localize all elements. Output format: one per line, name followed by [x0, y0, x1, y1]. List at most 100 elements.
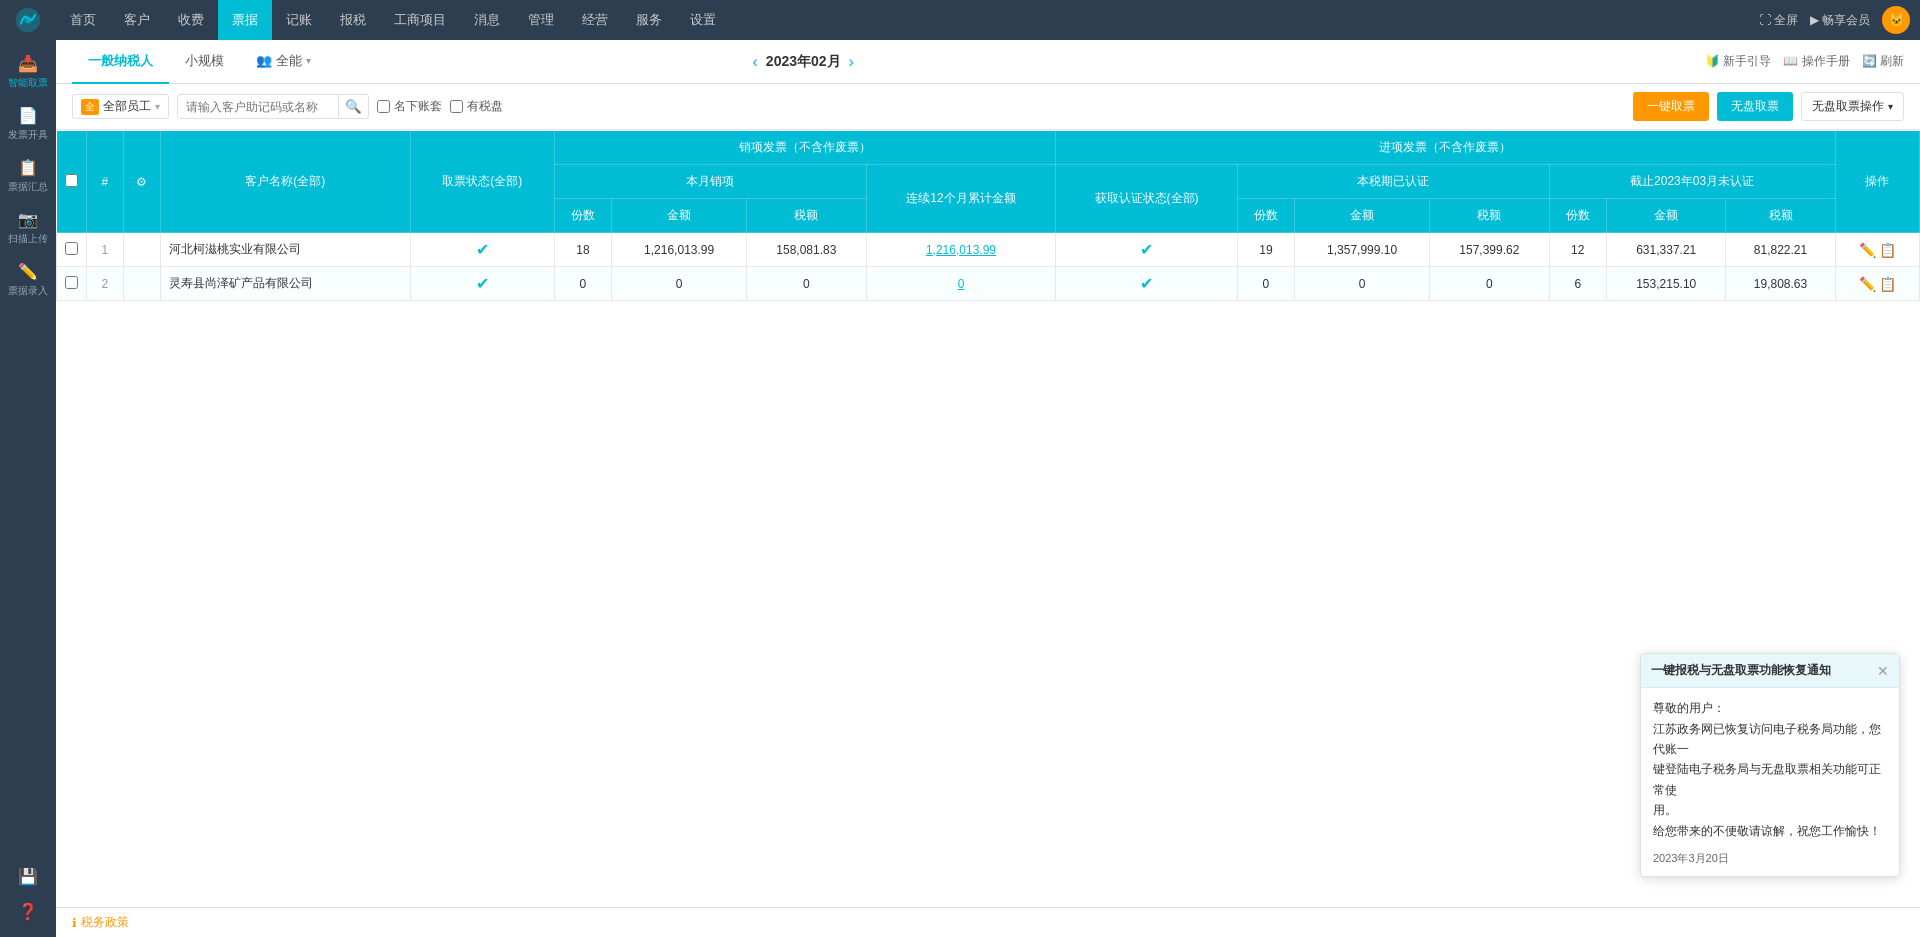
row-copy-btn-0[interactable]: 📋	[1879, 242, 1896, 258]
nav-item-fee[interactable]: 收费	[164, 0, 218, 40]
col-this-period-count: 份数	[1237, 199, 1294, 233]
more-operations-btn[interactable]: 无盘取票操作 ▾	[1801, 92, 1904, 121]
row-actions-1: ✏️ 📋	[1835, 267, 1919, 301]
col-this-month-amount: 金额	[612, 199, 747, 233]
col-sales-group-header: 销项发票（不含作废票）	[554, 131, 1056, 165]
sidebar: 📥 智能取票 📄 发票开具 📋 票据汇总 📷 扫描上传 ✏️ 票据录入 💾 ❓	[0, 40, 56, 937]
smart-fetch-icon: 📥	[18, 54, 38, 73]
filter-bar: 全 全部员工 ▾ 🔍 名下账套 有税盘 一键取票 无盘取票	[56, 84, 1920, 130]
row-this-month-tax-0: 158,081.83	[747, 233, 866, 267]
col-sales-status-header: 取票状态(全部)	[410, 131, 554, 233]
filter-has-disk[interactable]: 有税盘	[450, 98, 503, 115]
staff-select[interactable]: 全 全部员工 ▾	[72, 94, 169, 119]
select-all-checkbox[interactable]	[65, 174, 78, 187]
sidebar-item-download[interactable]: 💾	[3, 861, 53, 892]
filter-actions: 一键取票 无盘取票 无盘取票操作 ▾	[1633, 92, 1904, 121]
period-next-btn[interactable]: ›	[849, 53, 854, 71]
nav-item-business[interactable]: 工商项目	[380, 0, 460, 40]
row-to-march-amount-1: 153,215.10	[1606, 267, 1725, 301]
row-actions-0: ✏️ 📋	[1835, 233, 1919, 267]
row-checkbox-1[interactable]	[57, 267, 87, 301]
col-this-month-tax: 税额	[747, 199, 866, 233]
sidebar-item-help[interactable]: ❓	[3, 896, 53, 927]
refresh-btn[interactable]: 🔄 刷新	[1862, 53, 1904, 70]
sidebar-item-smart-fetch[interactable]: 📥 智能取票	[3, 48, 53, 96]
row-12month-0: 1,216,013.99	[866, 233, 1056, 267]
tab-all[interactable]: 👥 全能 ▾	[240, 40, 327, 84]
sidebar-item-invoice-summary[interactable]: 📋 票据汇总	[3, 152, 53, 200]
settings-icon[interactable]: ⚙	[136, 175, 147, 189]
col-to-march-tax: 税额	[1726, 199, 1835, 233]
filter-own-account[interactable]: 名下账套	[377, 98, 442, 115]
sidebar-item-scan[interactable]: 📷 扫描上传	[3, 204, 53, 252]
table-row: 2 灵寿县尚泽矿产品有限公司 ✔ 0 0 0 0 ✔ 0 0 0 6 153,2…	[57, 267, 1920, 301]
refresh-icon: 🔄	[1862, 54, 1877, 68]
member-btn[interactable]: ▶ 畅享会员	[1810, 12, 1870, 29]
invoice-open-icon: 📄	[18, 106, 38, 125]
col-to-march-header: 截止2023年03月未认证	[1549, 165, 1835, 199]
more-chevron-icon: ▾	[1888, 101, 1893, 112]
layout: 📥 智能取票 📄 发票开具 📋 票据汇总 📷 扫描上传 ✏️ 票据录入 💾 ❓	[0, 40, 1920, 937]
nav-item-operation[interactable]: 经营	[568, 0, 622, 40]
nav-item-message[interactable]: 消息	[460, 0, 514, 40]
nav-item-settings[interactable]: 设置	[676, 0, 730, 40]
invoice-summary-icon: 📋	[18, 158, 38, 177]
auth-status-icon-1: ✔	[1140, 275, 1153, 292]
col-auth-status-header: 获取认证状态(全部)	[1056, 165, 1237, 233]
nav-item-manage[interactable]: 管理	[514, 0, 568, 40]
sales-status-icon-1: ✔	[476, 275, 489, 292]
has-disk-checkbox[interactable]	[450, 100, 463, 113]
tax-policy-link[interactable]: ℹ 税务政策	[72, 914, 129, 931]
notif-close-btn[interactable]: ✕	[1877, 663, 1889, 679]
period-nav: ‹ 2023年02月 ›	[753, 53, 854, 71]
col-this-month-header: 本月销项	[554, 165, 866, 199]
row-edit-btn-0[interactable]: ✏️	[1859, 242, 1876, 258]
row-edit-btn-1[interactable]: ✏️	[1859, 276, 1876, 292]
col-this-period-amount: 金额	[1295, 199, 1430, 233]
row-copy-btn-1[interactable]: 📋	[1879, 276, 1896, 292]
row-checkbox-0[interactable]	[57, 233, 87, 267]
row-client-1[interactable]: 灵寿县尚泽矿产品有限公司	[160, 267, 410, 301]
row-auth-status-0: ✔	[1056, 233, 1237, 267]
row-to-march-tax-1: 19,808.63	[1726, 267, 1835, 301]
search-box: 🔍	[177, 94, 369, 119]
own-account-checkbox[interactable]	[377, 100, 390, 113]
search-input[interactable]	[178, 96, 338, 118]
avatar[interactable]: 🐱	[1882, 6, 1910, 34]
one-click-fetch-btn[interactable]: 一键取票	[1633, 92, 1709, 121]
new-guide-btn[interactable]: 🔰 新手引导	[1705, 53, 1771, 70]
tab-bar-right: 🔰 新手引导 📖 操作手册 🔄 刷新	[1705, 53, 1904, 70]
row-client-0[interactable]: 河北柯滋桃实业有限公司	[160, 233, 410, 267]
help-icon: ❓	[18, 902, 38, 921]
row-to-march-count-1: 6	[1549, 267, 1606, 301]
row-to-march-count-0: 12	[1549, 233, 1606, 267]
fullscreen-btn[interactable]: ⛶ 全屏	[1759, 12, 1798, 29]
sidebar-item-invoice-open[interactable]: 📄 发票开具	[3, 100, 53, 148]
nav-right: ⛶ 全屏 ▶ 畅享会员 🐱	[1759, 6, 1910, 34]
row-this-month-tax-1: 0	[747, 267, 866, 301]
download-icon: 💾	[18, 867, 38, 886]
sidebar-item-entry[interactable]: ✏️ 票据录入	[3, 256, 53, 304]
row-this-period-count-0: 19	[1237, 233, 1294, 267]
row-auth-status-1: ✔	[1056, 267, 1237, 301]
nav-item-service[interactable]: 服务	[622, 0, 676, 40]
row-settings-0	[123, 233, 160, 267]
row-this-period-tax-1: 0	[1430, 267, 1549, 301]
tab-general-taxpayer[interactable]: 一般纳税人	[72, 40, 169, 84]
guide-icon: 🔰	[1705, 54, 1720, 68]
no-disk-fetch-btn[interactable]: 无盘取票	[1717, 92, 1793, 121]
nav-item-home[interactable]: 首页	[56, 0, 110, 40]
nav-item-tax[interactable]: 报税	[326, 0, 380, 40]
nav-item-invoice[interactable]: 票据	[218, 0, 272, 40]
period-prev-btn[interactable]: ‹	[753, 53, 758, 71]
nav-item-account[interactable]: 记账	[272, 0, 326, 40]
manual-btn[interactable]: 📖 操作手册	[1783, 53, 1849, 70]
search-button[interactable]: 🔍	[338, 95, 368, 118]
info-icon: ℹ	[72, 916, 77, 930]
tab-small-scale[interactable]: 小规模	[169, 40, 240, 84]
nav-item-client[interactable]: 客户	[110, 0, 164, 40]
row-no-1: 2	[87, 267, 124, 301]
main-table: # ⚙ 客户名称(全部) 取票状态(全部) 销项发票（不含作废票） 进项发票（不…	[56, 130, 1920, 301]
bottom-bar: ℹ 税务政策	[56, 907, 1920, 937]
row-settings-1	[123, 267, 160, 301]
